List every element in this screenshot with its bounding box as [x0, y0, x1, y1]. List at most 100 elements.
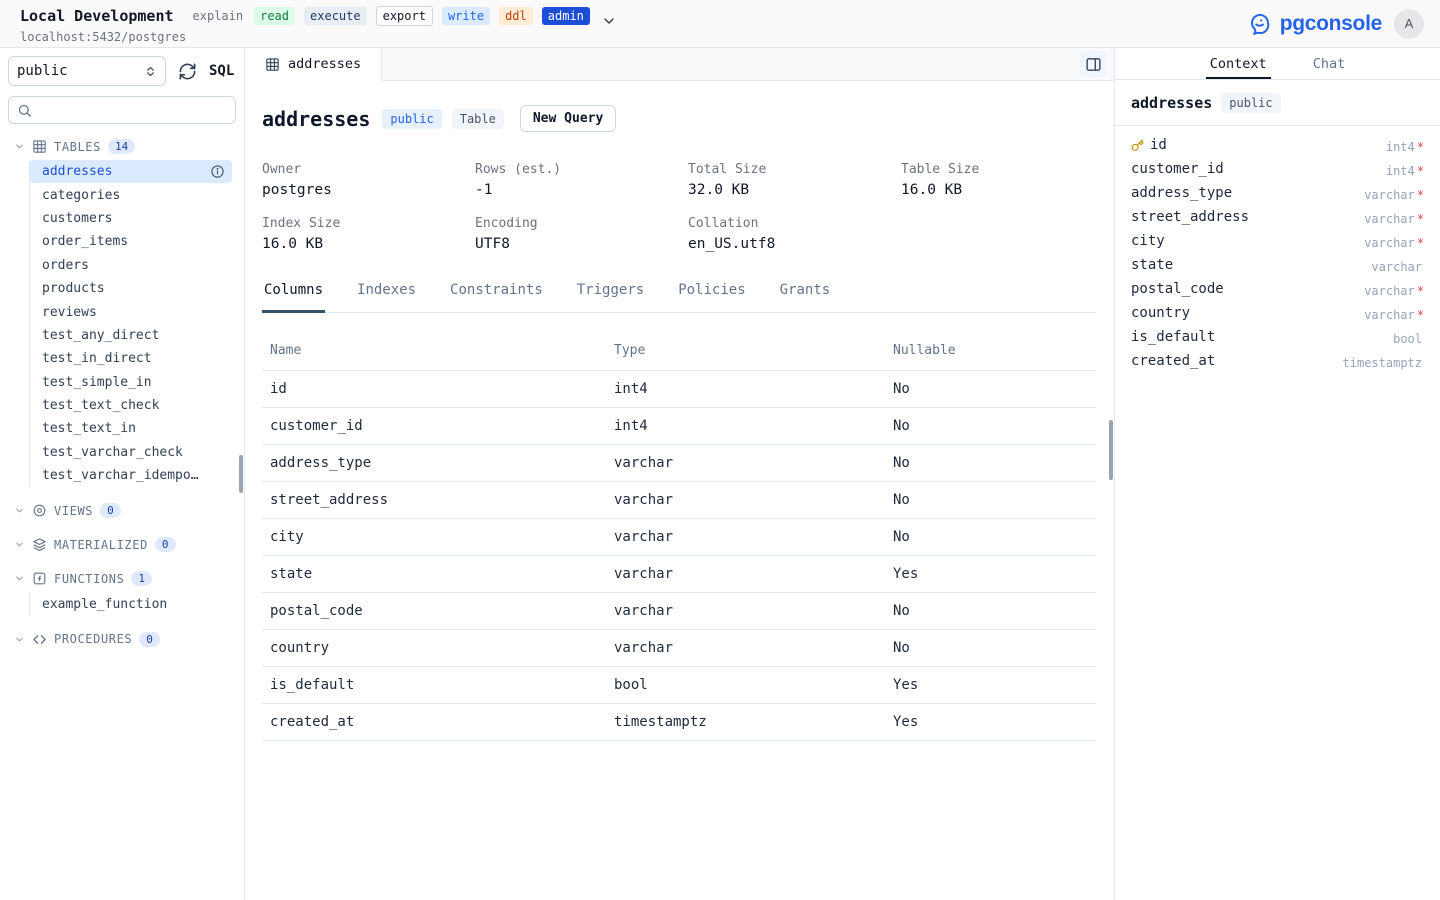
- column-header-nullable: Nullable: [885, 333, 1096, 371]
- tab-indexes[interactable]: Indexes: [355, 282, 418, 312]
- meta-value: en_US.utf8: [688, 236, 901, 252]
- permission-badge-ddl: ddl: [499, 7, 533, 25]
- code-brackets-icon: [32, 632, 47, 647]
- table-row[interactable]: is_defaultboolYes: [262, 667, 1096, 704]
- section-count-badge: 0: [139, 632, 160, 647]
- table-item[interactable]: test_text_check: [30, 394, 232, 417]
- context-field[interactable]: street_addressvarchar*: [1131, 205, 1424, 229]
- section-procedures[interactable]: PROCEDURES 0: [8, 629, 236, 650]
- search-input[interactable]: [38, 103, 227, 118]
- meta-value: 16.0 KB: [262, 236, 475, 252]
- context-field[interactable]: id int4*: [1131, 133, 1424, 157]
- table-item[interactable]: test_any_direct: [30, 324, 232, 347]
- table-row[interactable]: created_attimestamptzYes: [262, 704, 1096, 741]
- tab-grants[interactable]: Grants: [778, 282, 833, 312]
- primary-key-icon: [1131, 139, 1144, 152]
- table-item[interactable]: orders: [30, 254, 232, 277]
- table-item-addresses[interactable]: addresses: [30, 160, 232, 183]
- table-item[interactable]: test_varchar_idempo…: [30, 464, 232, 487]
- tab-context[interactable]: Context: [1206, 48, 1271, 79]
- permission-badge-explain: explain: [191, 7, 246, 25]
- brand: pgconsole: [1246, 10, 1382, 38]
- table-item[interactable]: products: [30, 277, 232, 300]
- table-item[interactable]: test_in_direct: [30, 347, 232, 370]
- new-query-button[interactable]: New Query: [520, 105, 616, 132]
- connection-url: localhost:5432/postgres: [20, 30, 617, 44]
- table-row[interactable]: countryvarcharNo: [262, 630, 1096, 667]
- info-icon[interactable]: [210, 164, 225, 179]
- detail-tabs: Columns Indexes Constraints Triggers Pol…: [262, 282, 1096, 313]
- tab-triggers[interactable]: Triggers: [575, 282, 646, 312]
- tab-addresses[interactable]: addresses: [245, 48, 382, 81]
- chevron-down-icon: [14, 634, 25, 645]
- permission-badge-export: export: [376, 6, 433, 26]
- table-row[interactable]: cityvarcharNo: [262, 519, 1096, 556]
- function-item[interactable]: example_function: [30, 592, 232, 615]
- context-field[interactable]: countryvarchar*: [1131, 301, 1424, 325]
- table-item[interactable]: customers: [30, 207, 232, 230]
- table-row[interactable]: customer_idint4No: [262, 408, 1096, 445]
- context-field[interactable]: postal_codevarchar*: [1131, 277, 1424, 301]
- table-metadata: Ownerpostgres Rows (est.)-1 Total Size32…: [262, 162, 1096, 252]
- table-row[interactable]: statevarcharYes: [262, 556, 1096, 593]
- sidebar-scrollbar-thumb[interactable]: [239, 455, 243, 493]
- schema-tree: TABLES 14 addresses categories customers…: [8, 136, 236, 650]
- tab-constraints[interactable]: Constraints: [448, 282, 545, 312]
- section-count-badge: 0: [100, 503, 121, 518]
- sql-editor-button[interactable]: SQL: [209, 63, 234, 79]
- table-grid-icon: [265, 57, 280, 72]
- table-item-label: addresses: [42, 164, 112, 179]
- section-count-badge: 0: [155, 537, 176, 552]
- meta-label: Collation: [688, 216, 901, 231]
- table-item[interactable]: test_varchar_check: [30, 441, 232, 464]
- column-header-name: Name: [262, 333, 606, 371]
- connection-switcher-chevron-icon[interactable]: [601, 13, 617, 29]
- chevron-down-icon: [14, 141, 25, 152]
- table-row[interactable]: address_typevarcharNo: [262, 445, 1096, 482]
- chevron-down-icon: [14, 539, 25, 550]
- context-field-list: id int4* customer_idint4* address_typeva…: [1115, 126, 1440, 380]
- context-field[interactable]: statevarchar: [1131, 253, 1424, 277]
- table-row[interactable]: idint4No: [262, 371, 1096, 408]
- meta-label: Encoding: [475, 216, 688, 231]
- section-tables[interactable]: TABLES 14: [8, 136, 236, 157]
- context-field[interactable]: created_attimestamptz: [1131, 349, 1424, 373]
- select-chevrons-icon: [144, 65, 157, 78]
- document-tabbar: addresses: [245, 48, 1114, 81]
- table-item[interactable]: test_simple_in: [30, 371, 232, 394]
- main-scrollbar-thumb[interactable]: [1109, 420, 1113, 480]
- schema-select-value: public: [17, 63, 68, 79]
- meta-value: postgres: [262, 182, 475, 198]
- context-field[interactable]: customer_idint4*: [1131, 157, 1424, 181]
- section-label: PROCEDURES: [54, 632, 132, 646]
- chevron-down-icon: [14, 505, 25, 516]
- sidebar: public SQL TABLES: [0, 48, 245, 900]
- tab-columns[interactable]: Columns: [262, 282, 325, 313]
- section-views[interactable]: VIEWS 0: [8, 500, 236, 521]
- tab-policies[interactable]: Policies: [676, 282, 747, 312]
- section-label: FUNCTIONS: [54, 572, 124, 586]
- context-field[interactable]: cityvarchar*: [1131, 229, 1424, 253]
- schema-select[interactable]: public: [8, 56, 166, 86]
- table-item[interactable]: reviews: [30, 300, 232, 323]
- sidebar-search[interactable]: [8, 96, 236, 124]
- panel-right-icon: [1085, 56, 1102, 73]
- meta-value: UTF8: [475, 236, 688, 252]
- meta-value: 16.0 KB: [901, 182, 1114, 198]
- meta-value: -1: [475, 182, 688, 198]
- meta-label: Total Size: [688, 162, 901, 177]
- table-item[interactable]: order_items: [30, 230, 232, 253]
- section-materialized[interactable]: MATERIALIZED 0: [8, 534, 236, 555]
- topbar: Local Development explain read execute e…: [0, 0, 1440, 48]
- context-field[interactable]: is_defaultbool: [1131, 325, 1424, 349]
- table-row[interactable]: postal_codevarcharNo: [262, 593, 1096, 630]
- context-field[interactable]: address_typevarchar*: [1131, 181, 1424, 205]
- refresh-icon[interactable]: [178, 62, 197, 81]
- table-item[interactable]: test_text_in: [30, 417, 232, 440]
- toggle-side-panel-button[interactable]: [1080, 51, 1106, 77]
- table-item[interactable]: categories: [30, 183, 232, 206]
- table-row[interactable]: street_addressvarcharNo: [262, 482, 1096, 519]
- section-functions[interactable]: FUNCTIONS 1: [8, 568, 236, 589]
- tab-chat[interactable]: Chat: [1309, 48, 1350, 79]
- user-avatar[interactable]: A: [1394, 9, 1424, 39]
